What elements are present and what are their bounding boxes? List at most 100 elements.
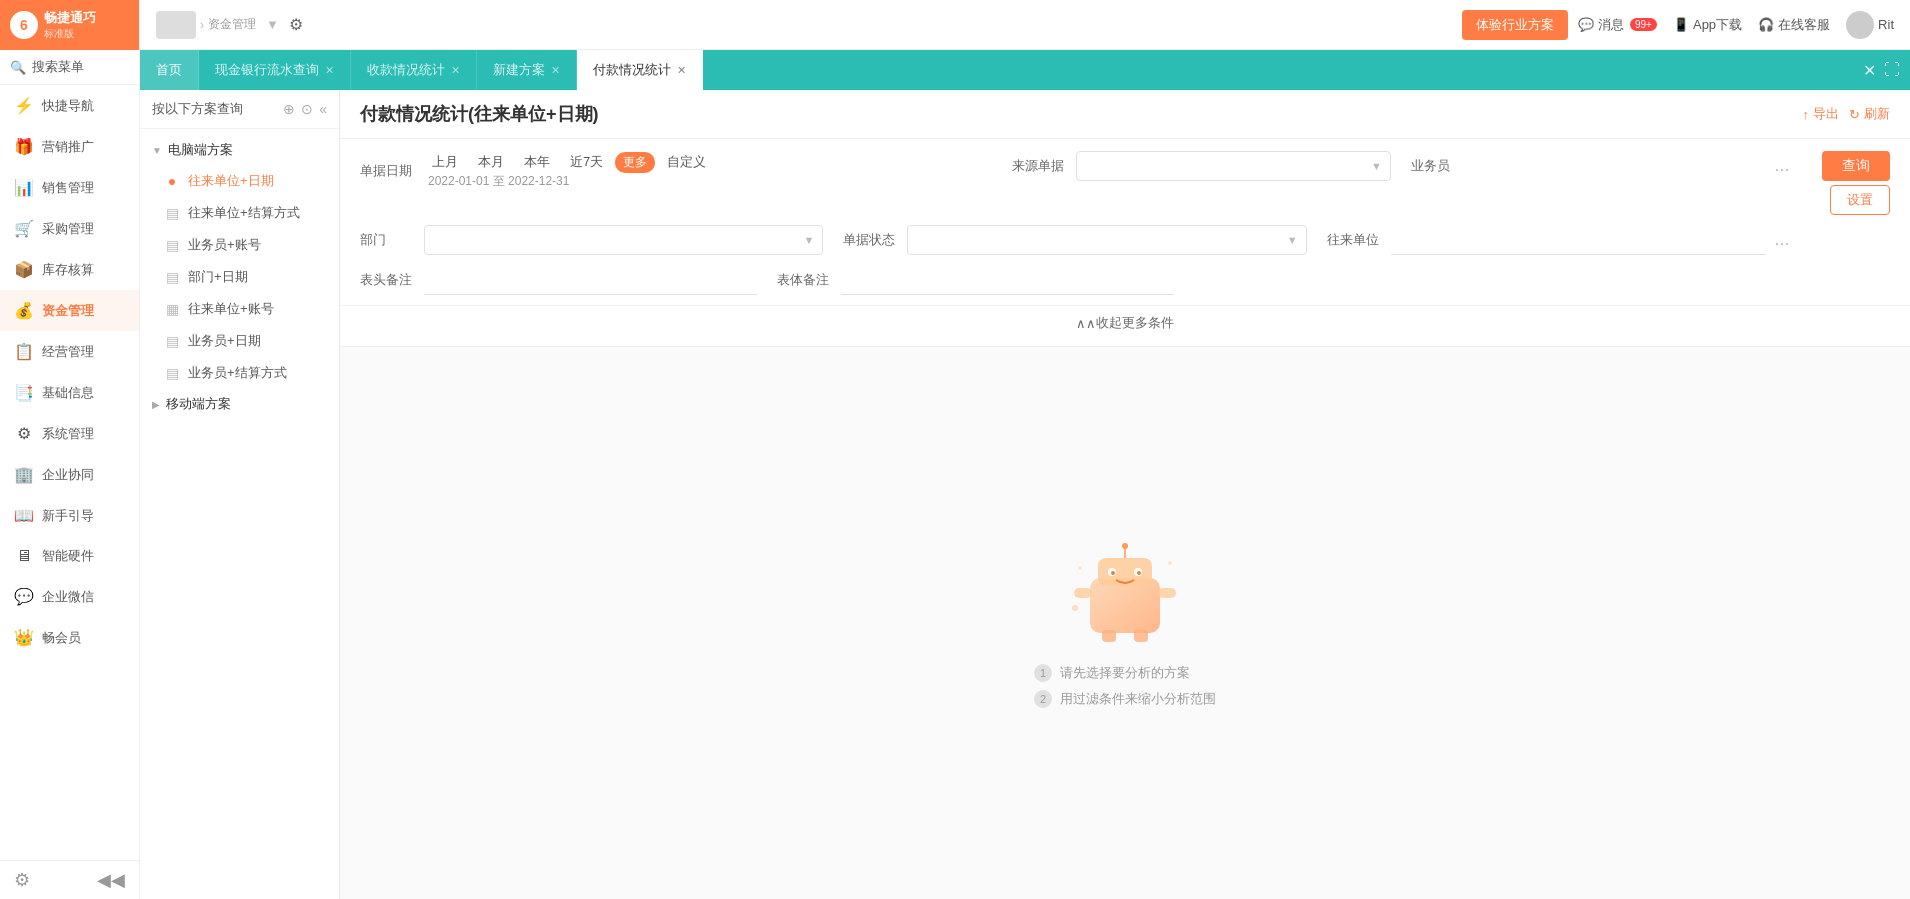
bill-status-label: 单据状态 — [843, 231, 899, 249]
scheme-panel-body: ▼ 电脑端方案 ● 往来单位+日期 ▤ 往来单位+结算方式 ▤ 业务员+账号 ▤ — [140, 129, 339, 899]
scheme-add-icon[interactable]: ⊕ — [283, 101, 295, 117]
custom-btn[interactable]: 自定义 — [659, 151, 714, 173]
new-plan-tab-label: 新建方案 — [493, 61, 545, 79]
scheme-item-salesman-date[interactable]: ▤ 业务员+日期 — [140, 325, 339, 357]
sidebar-item-member[interactable]: 👑 畅会员 — [0, 617, 139, 658]
query-button[interactable]: 查询 — [1822, 151, 1890, 181]
sidebar-item-finance[interactable]: 💰 资金管理 — [0, 290, 139, 331]
message-icon: 💬 — [1578, 17, 1594, 32]
header-note-input[interactable] — [424, 265, 757, 295]
sidebar-item-label: 经营管理 — [42, 343, 94, 361]
partner-dots-button[interactable]: … — [1774, 231, 1790, 249]
scheme-panel-title: 按以下方案查询 — [152, 100, 243, 118]
basic-icon: 📑 — [14, 383, 34, 402]
mobile-group[interactable]: ▶ 移动端方案 — [140, 389, 339, 419]
tab-receive[interactable]: 收款情况统计 ✕ — [351, 50, 477, 90]
tab-bank-flow[interactable]: 现金银行流水查询 ✕ — [199, 50, 351, 90]
sidebar-item-label: 资金管理 — [42, 302, 94, 320]
empty-tip-2: 2 用过滤条件来缩小分析范围 — [1034, 690, 1216, 708]
online-service-action[interactable]: 🎧 在线客服 — [1758, 16, 1830, 34]
scheme-item-partner-settle[interactable]: ▤ 往来单位+结算方式 — [140, 197, 339, 229]
marketing-icon: 🎁 — [14, 137, 34, 156]
tab-home[interactable]: 首页 — [140, 50, 199, 90]
dept-select[interactable]: ▼ — [424, 225, 823, 255]
scheme-item-salesman-account[interactable]: ▤ 业务员+账号 — [140, 229, 339, 261]
topbar-gear-icon[interactable]: ⚙ — [289, 15, 303, 34]
topbar-actions: 💬 消息 99+ 📱 App下载 🎧 在线客服 Rit — [1578, 11, 1894, 39]
tab-expand-button[interactable]: ⛶ — [1884, 61, 1900, 79]
export-button[interactable]: ↑ 导出 — [1803, 105, 1840, 123]
dept-field: 部门 ▼ — [360, 225, 823, 255]
header-note-field: 表头备注 — [360, 265, 757, 295]
dept-select-arrow: ▼ — [803, 234, 814, 246]
body-note-input[interactable] — [841, 265, 1174, 295]
mobile-group-label: 移动端方案 — [166, 395, 231, 413]
sidebar-item-operation[interactable]: 📋 经营管理 — [0, 331, 139, 372]
trial-industry-button[interactable]: 体验行业方案 — [1462, 10, 1568, 40]
tab-pay-stat[interactable]: 付款情况统计 ✕ — [577, 50, 703, 90]
finance-icon: 💰 — [14, 301, 34, 320]
new-plan-tab-close[interactable]: ✕ — [551, 64, 560, 77]
receive-tab-label: 收款情况统计 — [367, 61, 445, 79]
sidebar-item-hardware[interactable]: 🖥 智能硬件 — [0, 536, 139, 576]
sidebar-item-sales[interactable]: 📊 销售管理 — [0, 167, 139, 208]
sidebar-item-quick-nav[interactable]: ⚡ 快捷导航 — [0, 85, 139, 126]
sidebar-settings-icon[interactable]: ⚙ — [14, 869, 30, 891]
scheme-item-label: 往来单位+账号 — [188, 300, 274, 318]
desktop-group[interactable]: ▼ 电脑端方案 — [140, 135, 339, 165]
scheme-item-label: 部门+日期 — [188, 268, 248, 286]
collapse-up-icon: ∧∧ — [1076, 316, 1096, 331]
message-badge: 99+ — [1630, 18, 1657, 31]
refresh-button[interactable]: ↻ 刷新 — [1849, 105, 1890, 123]
salesman-dots-button[interactable]: … — [1774, 157, 1790, 175]
partner-input[interactable] — [1391, 225, 1766, 255]
search-menu[interactable]: 🔍 搜索菜单 — [0, 50, 139, 85]
tab-new-plan[interactable]: 新建方案 ✕ — [477, 50, 577, 90]
filter-area: 单据日期 上月 本月 本年 近7天 更多 自定义 2022-01-01 至 20… — [340, 139, 1910, 347]
sidebar-collapse-icon[interactable]: ◀◀ — [97, 869, 125, 891]
bank-flow-tab-close[interactable]: ✕ — [325, 64, 334, 77]
sidebar-item-wechat[interactable]: 💬 企业微信 — [0, 576, 139, 617]
message-action[interactable]: 💬 消息 99+ — [1578, 16, 1657, 34]
salesman-input[interactable] — [1475, 151, 1766, 181]
content-area: 按以下方案查询 ⊕ ⊙ « ▼ 电脑端方案 ● 往来单位+日期 ▤ — [140, 90, 1910, 899]
scheme-item-dept-date[interactable]: ▤ 部门+日期 — [140, 261, 339, 293]
sidebar-item-guide[interactable]: 📖 新手引导 — [0, 495, 139, 536]
pay-stat-tab-close[interactable]: ✕ — [677, 64, 686, 77]
sidebar-item-label: 新手引导 — [42, 507, 94, 525]
scheme-settings-icon[interactable]: ⊙ — [301, 101, 313, 117]
scheme-item-salesman-settle[interactable]: ▤ 业务员+结算方式 — [140, 357, 339, 389]
sidebar-item-system[interactable]: ⚙ 系统管理 — [0, 413, 139, 454]
receive-tab-close[interactable]: ✕ — [451, 64, 460, 77]
sidebar-bottom: ⚙ ◀◀ — [0, 860, 139, 899]
sidebar-item-basic[interactable]: 📑 基础信息 — [0, 372, 139, 413]
app-download-label: App下载 — [1693, 16, 1742, 34]
sidebar-item-enterprise[interactable]: 🏢 企业协同 — [0, 454, 139, 495]
collapse-btn[interactable]: ∧∧ 收起更多条件 — [340, 305, 1910, 340]
scheme-item-partner-date[interactable]: ● 往来单位+日期 — [140, 165, 339, 197]
scheme-item-icon: ▤ — [164, 365, 180, 381]
last-month-btn[interactable]: 上月 — [424, 151, 466, 173]
main-area: › 资金管理 ▼ ⚙ 体验行业方案 💬 消息 99+ 📱 App下载 🎧 在线客… — [140, 0, 1910, 899]
bill-status-select[interactable]: ▼ — [907, 225, 1306, 255]
svg-point-4 — [1111, 571, 1115, 575]
user-name: Rit — [1878, 17, 1894, 32]
app-download-action[interactable]: 📱 App下载 — [1673, 16, 1742, 34]
last-7days-btn[interactable]: 近7天 — [562, 151, 611, 173]
sidebar-item-inventory[interactable]: 📦 库存核算 — [0, 249, 139, 290]
user-avatar[interactable]: Rit — [1846, 11, 1894, 39]
this-month-btn[interactable]: 本月 — [470, 151, 512, 173]
scheme-item-partner-account[interactable]: ▦ 往来单位+账号 — [140, 293, 339, 325]
empty-state: 1 请先选择要分析的方案 2 用过滤条件来缩小分析范围 — [340, 347, 1910, 899]
enterprise-icon: 🏢 — [14, 465, 34, 484]
member-icon: 👑 — [14, 628, 34, 647]
sidebar-item-purchase[interactable]: 🛒 采购管理 — [0, 208, 139, 249]
scheme-item-icon: ▦ — [164, 301, 180, 317]
scheme-collapse-icon[interactable]: « — [319, 101, 327, 117]
filter-settings-button[interactable]: 设置 — [1830, 185, 1890, 215]
this-year-btn[interactable]: 本年 — [516, 151, 558, 173]
tab-close-all-button[interactable]: ✕ — [1863, 61, 1876, 80]
more-btn[interactable]: 更多 — [615, 152, 655, 173]
sidebar-item-marketing[interactable]: 🎁 营销推广 — [0, 126, 139, 167]
source-select[interactable]: ▼ — [1076, 151, 1391, 181]
